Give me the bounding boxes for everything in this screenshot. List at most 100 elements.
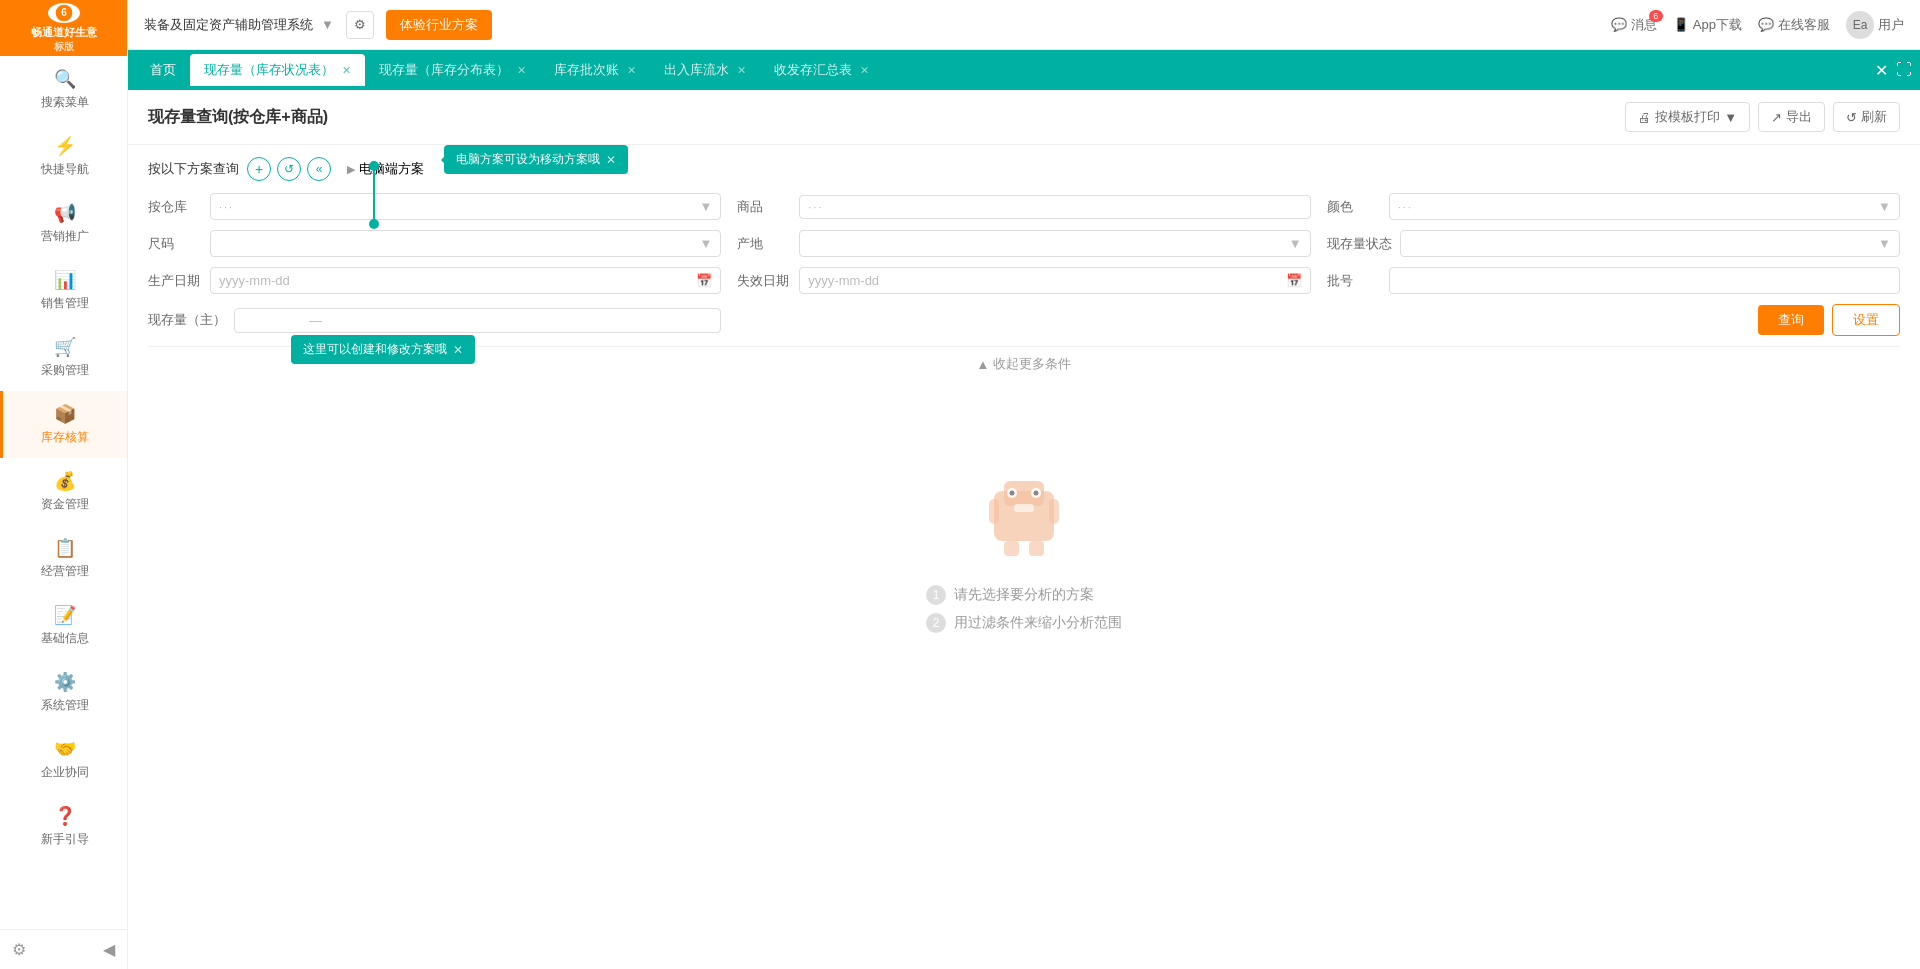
inventory-icon: 📦 <box>54 403 76 425</box>
page: 现存量查询(按仓库+商品) 🖨 按模板打印 ▼ ↗ 导出 ↺ 刷新 <box>128 90 1920 969</box>
tab-batch[interactable]: 库存批次账 ✕ <box>540 54 650 86</box>
sidebar-item-label: 新手引导 <box>41 831 89 848</box>
svg-rect-10 <box>1049 499 1059 524</box>
management-icon: 📋 <box>54 537 76 559</box>
refresh-button[interactable]: ↺ 刷新 <box>1833 102 1900 132</box>
filter-label: 按以下方案查询 <box>148 160 239 178</box>
sidebar-item-base[interactable]: 📝 基础信息 <box>0 592 127 659</box>
base-icon: 📝 <box>54 604 76 626</box>
set-button[interactable]: 设置 <box>1832 304 1900 336</box>
sidebar-item-finance[interactable]: 💰 资金管理 <box>0 458 127 525</box>
sidebar-item-search[interactable]: 🔍 搜索菜单 <box>0 56 127 123</box>
filter-area: 按以下方案查询 + ↺ « ▶ 电脑端方案 <box>128 145 1920 381</box>
tab-close-icon[interactable]: ✕ <box>627 64 636 77</box>
filter-prod-date: 生产日期 yyyy-mm-dd 📅 <box>148 267 721 294</box>
color-select[interactable]: ··· ▼ <box>1389 193 1900 220</box>
filter-row4: 现存量（主） — 查询 设置 <box>148 304 1900 336</box>
add-scheme-button[interactable]: + <box>247 157 271 181</box>
warehouse-select[interactable]: ··· ▼ <box>210 193 721 220</box>
stock-status-select[interactable]: ▼ <box>1400 230 1900 257</box>
stock-status-label: 现存量状态 <box>1327 235 1392 253</box>
tab-home-label: 首页 <box>150 61 176 79</box>
purchase-icon: 🛒 <box>54 336 76 358</box>
marketing-icon: 📢 <box>54 202 76 224</box>
tab-inventory-status[interactable]: 现存量（库存状况表） ✕ <box>190 54 365 86</box>
user-avatar[interactable]: Ea 用户 <box>1846 11 1904 39</box>
tab-home[interactable]: 首页 <box>136 54 190 86</box>
sidebar-item-management[interactable]: 📋 经营管理 <box>0 525 127 592</box>
svg-rect-11 <box>1004 541 1019 556</box>
size-select[interactable]: ▼ <box>210 230 721 257</box>
step2-num: 2 <box>926 613 946 633</box>
empty-step2: 2 用过滤条件来缩小分析范围 <box>926 613 1122 633</box>
expiry-date-input[interactable]: yyyy-mm-dd 📅 <box>799 267 1310 294</box>
filter-row2: 尺码 ▼ 产地 ▼ 现存量状态 <box>148 230 1900 257</box>
system-icon: ⚙️ <box>54 671 76 693</box>
scheme-item-desktop[interactable]: ▶ 电脑端方案 <box>347 160 424 178</box>
tab-inventory-dist[interactable]: 现存量（库存分布表） ✕ <box>365 54 540 86</box>
topbar-right: 💬 6 消息 📱 App下载 💬 在线客服 Ea 用户 <box>1611 11 1904 39</box>
system-dropdown-icon[interactable]: ▼ <box>321 17 334 32</box>
tab-close-icon[interactable]: ✕ <box>737 64 746 77</box>
tab-close-all-icon[interactable]: ✕ <box>1875 61 1888 80</box>
page-actions: 🖨 按模板打印 ▼ ↗ 导出 ↺ 刷新 <box>1625 102 1900 132</box>
refresh-scheme-button[interactable]: ↺ <box>277 157 301 181</box>
page-title: 现存量查询(按仓库+商品) <box>148 107 328 128</box>
collab-icon: 🤝 <box>54 738 76 760</box>
svg-text:6: 6 <box>61 7 67 18</box>
stock-min-input[interactable] <box>243 313 303 328</box>
filter-stock-main: 现存量（主） — <box>148 304 721 336</box>
sidebar-item-inventory[interactable]: 📦 库存核算 <box>0 391 127 458</box>
tab-expand-icon[interactable]: ⛶ <box>1896 61 1912 79</box>
sidebar-item-collab[interactable]: 🤝 企业协同 <box>0 726 127 793</box>
tab-summary[interactable]: 收发存汇总表 ✕ <box>760 54 883 86</box>
tooltip1-close[interactable]: ✕ <box>606 153 616 167</box>
origin-select[interactable]: ▼ <box>799 230 1310 257</box>
collapse-icon[interactable]: ◀ <box>103 940 115 959</box>
settings-icon[interactable]: ⚙ <box>12 940 26 959</box>
system-selector[interactable]: 装备及固定资产辅助管理系统 ▼ <box>144 16 334 34</box>
tooltip2-close[interactable]: ✕ <box>453 343 463 357</box>
tab-label: 出入库流水 <box>664 61 729 79</box>
logo-badge: 标版 <box>54 40 74 54</box>
filter-top-row: 按以下方案查询 + ↺ « ▶ 电脑端方案 <box>148 157 1900 181</box>
sidebar-logo: 6 畅通道好生意 标版 <box>0 0 127 56</box>
online-support-button[interactable]: 💬 在线客服 <box>1758 16 1830 34</box>
sidebar-item-label: 快捷导航 <box>41 161 89 178</box>
dropdown-arrow-icon: ▼ <box>1724 110 1737 125</box>
range-separator: — <box>309 313 322 328</box>
back-scheme-button[interactable]: « <box>307 157 331 181</box>
batch-input[interactable] <box>1389 267 1900 294</box>
sidebar-item-marketing[interactable]: 📢 营销推广 <box>0 190 127 257</box>
app-download-button[interactable]: 📱 App下载 <box>1673 16 1742 34</box>
empty-steps: 1 请先选择要分析的方案 2 用过滤条件来缩小分析范围 <box>926 585 1122 633</box>
sidebar-item-guide[interactable]: ❓ 新手引导 <box>0 793 127 860</box>
filter-stock-status: 现存量状态 ▼ <box>1327 230 1900 257</box>
trial-button[interactable]: 体验行业方案 <box>386 10 492 40</box>
stock-range-input[interactable]: — <box>234 308 721 333</box>
sidebar-item-purchase[interactable]: 🛒 采购管理 <box>0 324 127 391</box>
expiry-date-label: 失效日期 <box>737 272 791 290</box>
tab-flow[interactable]: 出入库流水 ✕ <box>650 54 760 86</box>
sidebar-item-system[interactable]: ⚙️ 系统管理 <box>0 659 127 726</box>
query-button[interactable]: 查询 <box>1758 305 1824 335</box>
tab-label: 现存量（库存分布表） <box>379 61 509 79</box>
filter-batch: 批号 <box>1327 267 1900 294</box>
tab-close-icon[interactable]: ✕ <box>860 64 869 77</box>
stock-max-input[interactable] <box>328 313 388 328</box>
page-header: 现存量查询(按仓库+商品) 🖨 按模板打印 ▼ ↗ 导出 ↺ 刷新 <box>128 90 1920 145</box>
gear-button[interactable]: ⚙ <box>346 11 374 39</box>
sidebar-item-sales[interactable]: 📊 销售管理 <box>0 257 127 324</box>
sidebar-item-quicknav[interactable]: ⚡ 快捷导航 <box>0 123 127 190</box>
tab-close-icon[interactable]: ✕ <box>517 64 526 77</box>
step1-num: 1 <box>926 585 946 605</box>
export-button[interactable]: ↗ 导出 <box>1758 102 1825 132</box>
message-icon: 💬 <box>1611 17 1627 32</box>
message-button[interactable]: 💬 6 消息 <box>1611 16 1657 34</box>
prod-date-label: 生产日期 <box>148 272 202 290</box>
goods-select[interactable]: ··· <box>799 195 1310 219</box>
print-button[interactable]: 🖨 按模板打印 ▼ <box>1625 102 1750 132</box>
logo-name: 畅通道好生意 <box>31 25 97 40</box>
tab-close-icon[interactable]: ✕ <box>342 64 351 77</box>
prod-date-input[interactable]: yyyy-mm-dd 📅 <box>210 267 721 294</box>
